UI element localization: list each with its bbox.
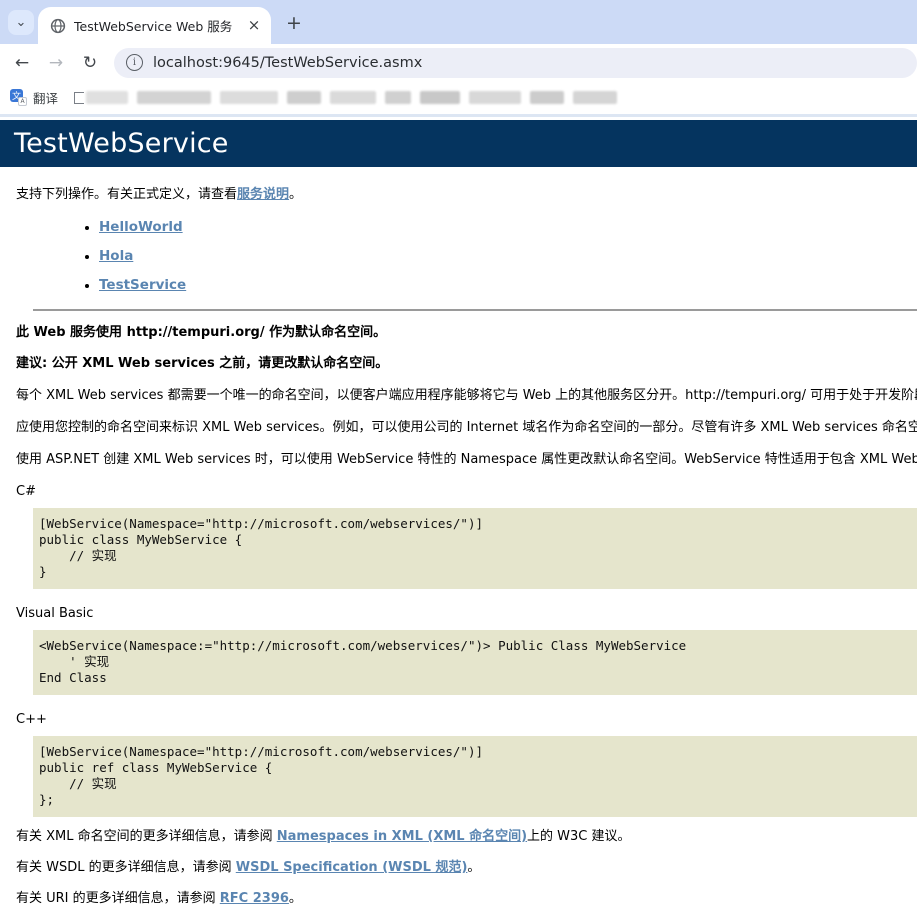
url-text[interactable]: localhost:9645/TestWebService.asmx bbox=[153, 55, 422, 71]
translate-bookmark-label[interactable]: 翻译 bbox=[33, 88, 58, 107]
intro-line: 支持下列操作。有关正式定义，请查看服务说明。 bbox=[16, 187, 917, 202]
operation-link-testservice[interactable]: TestService bbox=[99, 277, 186, 293]
xml-namespaces-link[interactable]: Namespaces in XML (XML 命名空间) bbox=[277, 829, 527, 844]
back-button[interactable]: ← bbox=[8, 49, 36, 77]
page-title: TestWebService bbox=[0, 120, 917, 167]
refresh-button[interactable]: ↻ bbox=[76, 49, 104, 77]
forward-icon: → bbox=[49, 53, 63, 73]
forward-button[interactable]: → bbox=[42, 49, 70, 77]
list-item: HelloWorld bbox=[99, 219, 917, 236]
tab-strip: ⌄ TestWebService Web 服务 × + bbox=[0, 0, 917, 44]
globe-icon bbox=[50, 18, 66, 34]
bookmark-item[interactable] bbox=[469, 91, 521, 104]
bookmark-item[interactable] bbox=[287, 91, 321, 104]
namespace-paragraph-3: 使用 ASP.NET 创建 XML Web services 时，可以使用 We… bbox=[16, 452, 917, 467]
namespace-paragraph-1: 每个 XML Web services 都需要一个唯一的命名空间，以便客户端应用… bbox=[16, 388, 917, 403]
namespace-paragraph-2: 应使用您控制的命名空间来标识 XML Web services。例如，可以使用公… bbox=[16, 420, 917, 435]
list-item: Hola bbox=[99, 248, 917, 265]
web-page: TestWebService 支持下列操作。有关正式定义，请查看服务说明。 He… bbox=[0, 120, 917, 906]
bookmark-item[interactable] bbox=[573, 91, 617, 104]
page-content: 支持下列操作。有关正式定义，请查看服务说明。 HelloWorld Hola T… bbox=[0, 187, 917, 906]
tab-title: TestWebService Web 服务 bbox=[74, 16, 239, 35]
redacted-bookmarks bbox=[86, 91, 626, 104]
operation-link-hola[interactable]: Hola bbox=[99, 248, 133, 264]
code-block-csharp: [WebService(Namespace="http://microsoft.… bbox=[33, 508, 917, 589]
code-label-vb: Visual Basic bbox=[16, 606, 917, 621]
bookmark-item[interactable] bbox=[137, 91, 211, 104]
footer-line-xml: 有关 XML 命名空间的更多详细信息，请参阅 Namespaces in XML… bbox=[16, 829, 917, 844]
code-label-cpp: C++ bbox=[16, 712, 917, 727]
bookmark-item[interactable] bbox=[86, 91, 128, 104]
bookmark-item[interactable] bbox=[330, 91, 376, 104]
operation-link-helloworld[interactable]: HelloWorld bbox=[99, 219, 183, 235]
bookmark-item[interactable] bbox=[420, 91, 460, 104]
code-label-csharp: C# bbox=[16, 484, 917, 499]
bookmark-item[interactable] bbox=[385, 91, 411, 104]
back-icon: ← bbox=[15, 53, 29, 73]
operation-list: HelloWorld Hola TestService bbox=[16, 219, 917, 294]
bookmark-item[interactable] bbox=[220, 91, 278, 104]
browser-window: ⌄ TestWebService Web 服务 × + ← → ↻ i loca… bbox=[0, 0, 917, 911]
browser-tab[interactable]: TestWebService Web 服务 × bbox=[38, 7, 271, 44]
close-icon[interactable]: × bbox=[245, 17, 263, 35]
address-bar[interactable]: i localhost:9645/TestWebService.asmx bbox=[114, 48, 917, 78]
browser-toolbar: ← → ↻ i localhost:9645/TestWebService.as… bbox=[0, 44, 917, 81]
rfc-2396-link[interactable]: RFC 2396 bbox=[220, 891, 289, 906]
footer-line-wsdl: 有关 WSDL 的更多详细信息，请参阅 WSDL Specification (… bbox=[16, 860, 917, 875]
code-block-cpp: [WebService(Namespace="http://microsoft.… bbox=[33, 736, 917, 817]
bookmark-favicon bbox=[74, 92, 84, 104]
footer-line-uri: 有关 URI 的更多详细信息，请参阅 RFC 2396。 bbox=[16, 891, 917, 906]
code-block-vb: <WebService(Namespace:="http://microsoft… bbox=[33, 630, 917, 695]
chevron-down-icon: ⌄ bbox=[16, 15, 27, 30]
bookmarks-bar: 文 A 翻译 bbox=[0, 81, 917, 117]
wsdl-spec-link[interactable]: WSDL Specification (WSDL 规范) bbox=[236, 860, 468, 875]
plus-icon: + bbox=[286, 12, 302, 34]
translate-icon[interactable]: 文 A bbox=[10, 89, 27, 106]
default-namespace-line: 此 Web 服务使用 http://tempuri.org/ 作为默认命名空间。 bbox=[16, 325, 917, 340]
list-item: TestService bbox=[99, 277, 917, 294]
recommendation-line: 建议: 公开 XML Web services 之前，请更改默认命名空间。 bbox=[16, 356, 917, 371]
service-description-link[interactable]: 服务说明 bbox=[237, 187, 289, 202]
tab-search-button[interactable]: ⌄ bbox=[8, 10, 34, 35]
refresh-icon: ↻ bbox=[83, 53, 97, 73]
new-tab-button[interactable]: + bbox=[283, 12, 305, 34]
divider bbox=[33, 309, 917, 311]
bookmark-item[interactable] bbox=[530, 91, 564, 104]
info-icon[interactable]: i bbox=[126, 54, 143, 71]
